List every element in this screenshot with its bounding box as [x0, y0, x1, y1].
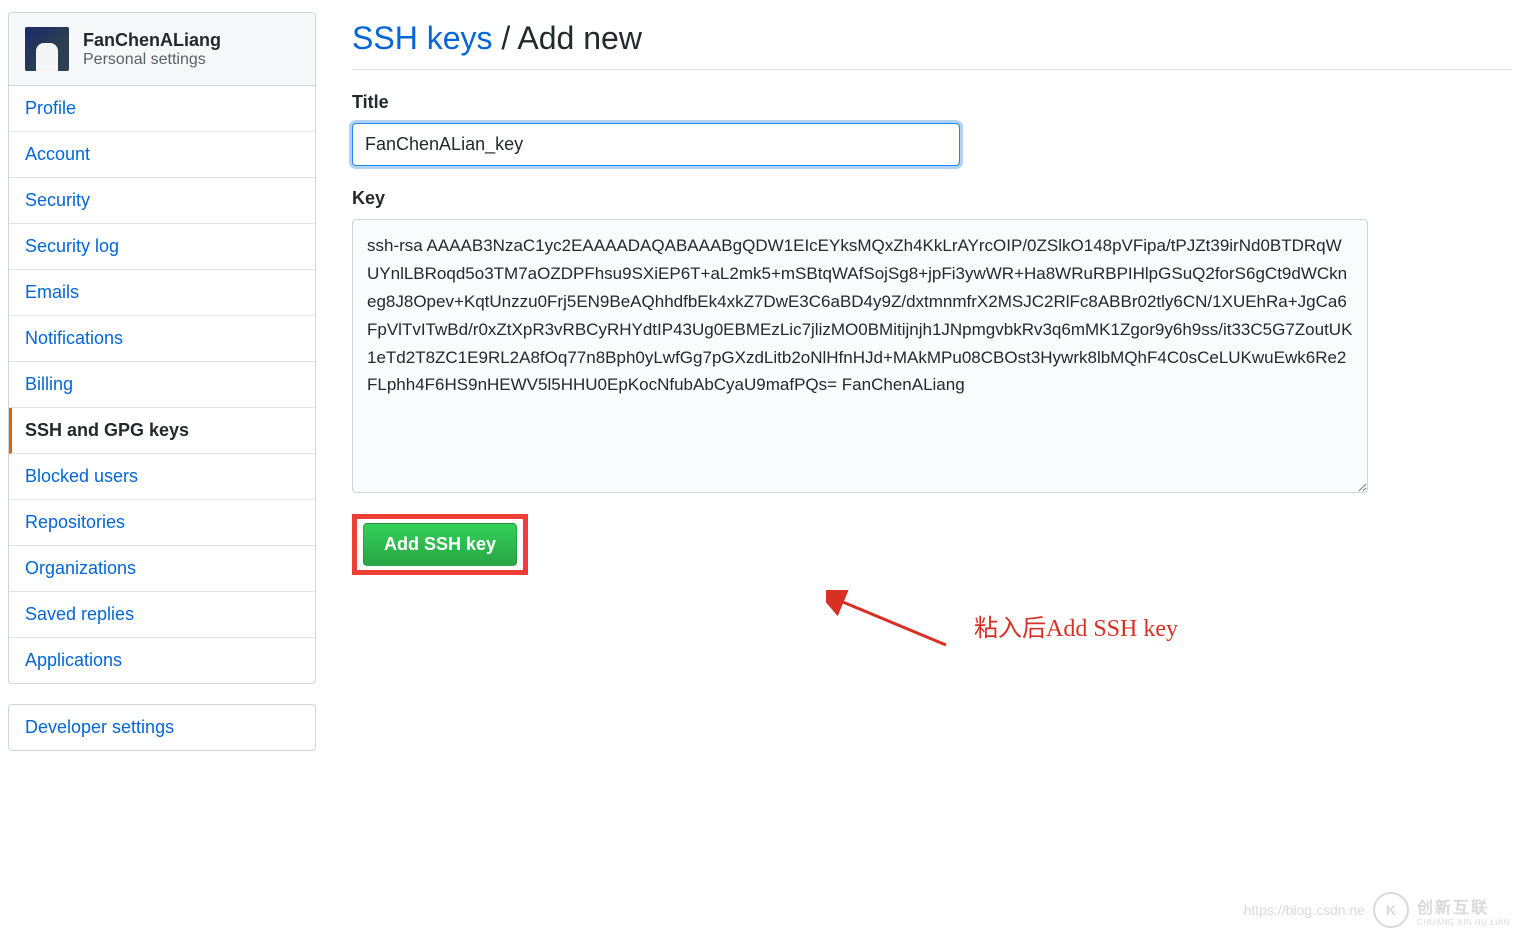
key-label: Key [352, 188, 1512, 209]
highlight-box: Add SSH key [352, 514, 528, 575]
sidebar-item-developer-settings[interactable]: Developer settings [8, 704, 316, 751]
sidebar-item-notifications[interactable]: Notifications [9, 316, 315, 362]
sidebar-user-nav: FanChenALiang Personal settings Profile … [8, 12, 316, 684]
watermark-en: CHUANG XIN HU LIAN [1417, 918, 1510, 927]
page-title: SSH keys / Add new [352, 20, 1512, 70]
user-sub: Personal settings [83, 51, 221, 69]
user-name: FanChenALiang [83, 30, 221, 51]
sidebar-item-billing[interactable]: Billing [9, 362, 315, 408]
watermark-url: https://blog.csdn.ne [1244, 902, 1365, 918]
avatar [25, 27, 69, 71]
title-input[interactable] [352, 123, 960, 166]
sidebar: FanChenALiang Personal settings Profile … [8, 12, 316, 926]
breadcrumb-current: Add new [517, 20, 642, 56]
sidebar-item-account[interactable]: Account [9, 132, 315, 178]
add-ssh-key-button[interactable]: Add SSH key [363, 523, 517, 566]
annotation: 粘入后Add SSH key [826, 590, 1178, 660]
arrow-icon [826, 590, 956, 660]
sidebar-item-security-log[interactable]: Security log [9, 224, 315, 270]
sidebar-item-organizations[interactable]: Organizations [9, 546, 315, 592]
sidebar-item-profile[interactable]: Profile [9, 86, 315, 132]
annotation-text: 粘入后Add SSH key [974, 608, 1178, 643]
sidebar-item-emails[interactable]: Emails [9, 270, 315, 316]
sidebar-item-saved-replies[interactable]: Saved replies [9, 592, 315, 638]
breadcrumb-sep: / [492, 20, 517, 56]
sidebar-item-security[interactable]: Security [9, 178, 315, 224]
main-content: SSH keys / Add new Title Key Add SSH key… [316, 12, 1512, 926]
title-label: Title [352, 92, 1512, 113]
sidebar-item-blocked-users[interactable]: Blocked users [9, 454, 315, 500]
breadcrumb-link[interactable]: SSH keys [352, 20, 492, 56]
watermark: https://blog.csdn.ne K 创新互联 CHUANG XIN H… [1244, 892, 1510, 928]
sidebar-item-ssh-gpg-keys[interactable]: SSH and GPG keys [9, 408, 315, 454]
watermark-cn: 创新互联 [1417, 894, 1510, 918]
watermark-logo-icon: K [1373, 892, 1409, 928]
sidebar-item-applications[interactable]: Applications [9, 638, 315, 683]
key-textarea[interactable] [352, 219, 1368, 493]
user-header: FanChenALiang Personal settings [9, 13, 315, 86]
sidebar-item-repositories[interactable]: Repositories [9, 500, 315, 546]
